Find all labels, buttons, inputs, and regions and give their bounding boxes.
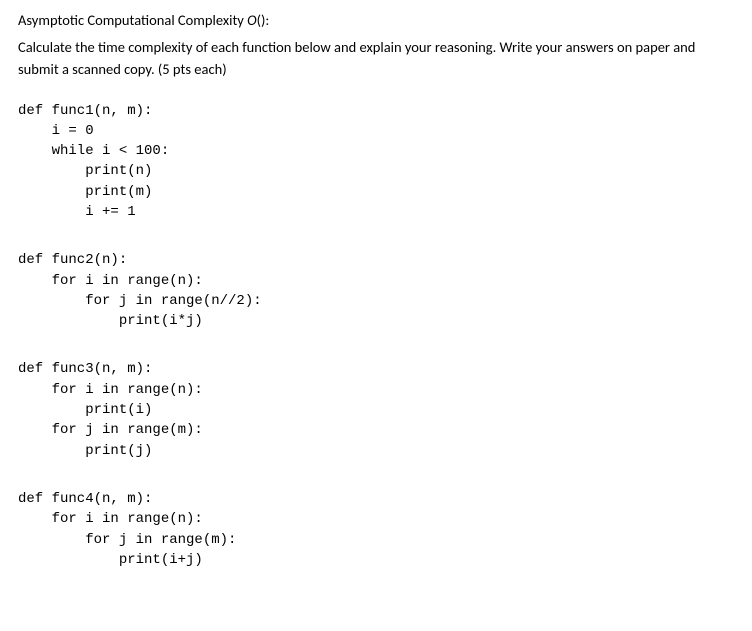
- code-func2: def func2(n): for i in range(n): for j i…: [18, 250, 734, 331]
- code-func1: def func1(n, m): i = 0 while i < 100: pr…: [18, 101, 734, 223]
- code-func3: def func3(n, m): for i in range(n): prin…: [18, 359, 734, 460]
- instructions-text: Calculate the time complexity of each fu…: [18, 37, 734, 81]
- title-suffix: ():: [257, 11, 270, 29]
- title-prefix: Asymptotic Computational Complexity: [18, 11, 247, 29]
- code-func4: def func4(n, m): for i in range(n): for …: [18, 489, 734, 570]
- section-title: Asymptotic Computational Complexity O():: [18, 10, 734, 31]
- title-italic-o: O: [247, 11, 257, 29]
